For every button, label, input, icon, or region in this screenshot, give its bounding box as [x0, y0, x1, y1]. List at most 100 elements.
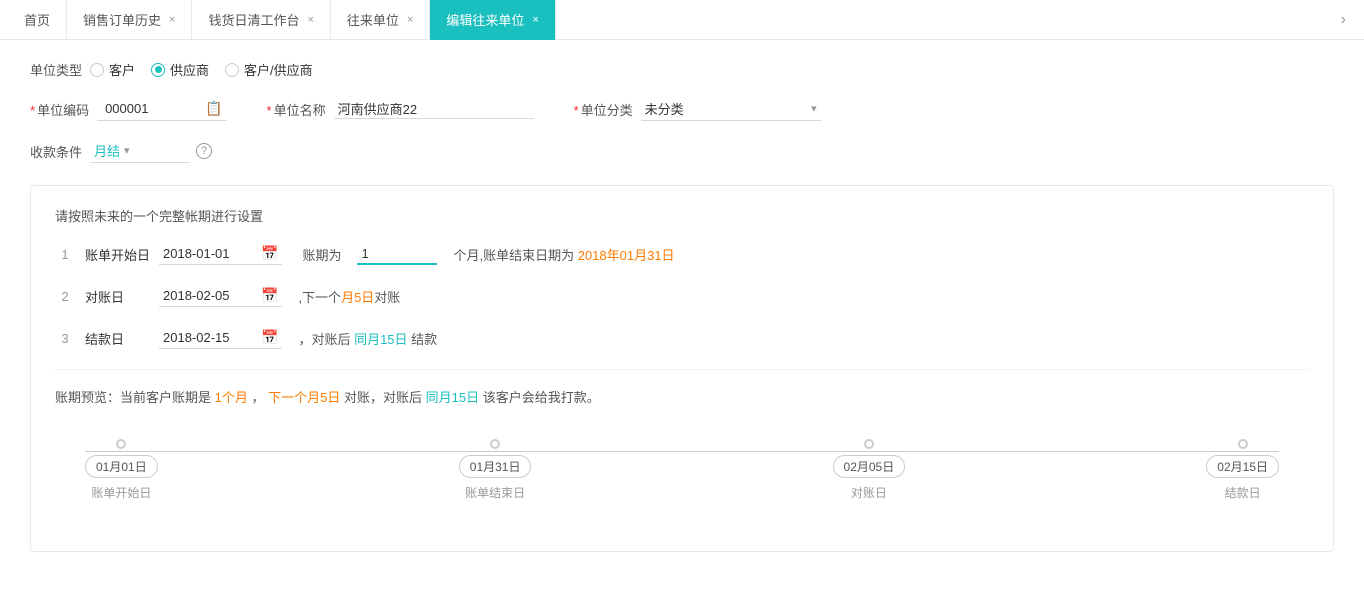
classify-group: *单位分类 未分类 ▾ [574, 97, 821, 121]
timeline-node-4: 02月15日 结款日 [1206, 439, 1279, 501]
node-label-3: 02月05日 [833, 455, 906, 478]
node-dot-1 [116, 439, 126, 449]
radio-customer-label: 客户 [109, 60, 135, 79]
billing-row-1-date-input[interactable] [163, 246, 253, 261]
tab-sales-history[interactable]: 销售订单历史 × [67, 0, 192, 40]
radio-both-label: 客户/供应商 [244, 60, 313, 79]
billing-row-2-cal-icon[interactable]: 📅 [261, 287, 278, 304]
tab-partner-close[interactable]: × [407, 14, 413, 26]
radio-customer-circle [90, 63, 104, 77]
radio-supplier[interactable]: 供应商 [151, 60, 209, 79]
tab-edit-partner-close[interactable]: × [532, 14, 538, 26]
radio-both[interactable]: 客户/供应商 [225, 60, 313, 79]
tab-home[interactable]: 首页 [8, 0, 67, 40]
classify-select[interactable]: 未分类 ▾ [641, 97, 821, 121]
tab-edit-partner-label: 编辑往来单位 [446, 10, 524, 29]
billing-row-2-highlight: 月5日 [341, 290, 374, 305]
classify-value: 未分类 [645, 99, 684, 118]
code-group: *单位编码 📋 [30, 97, 227, 121]
preview-part2: 下一个月5日 [268, 390, 340, 405]
node-label-4: 02月15日 [1206, 455, 1279, 478]
billing-row-1-desc-suffix: 个月,账单结束日期为 2018年01月31日 [453, 245, 674, 264]
period-input[interactable] [357, 244, 437, 265]
node-desc-2: 账单结束日 [465, 484, 525, 501]
billing-row-3-num: 3 [55, 331, 75, 346]
preview-suffix: 该客户会给我打款。 [483, 390, 600, 405]
code-input-wrapper: 📋 [97, 97, 226, 121]
billing-row-3-cal-icon[interactable]: 📅 [261, 329, 278, 346]
billing-row-3-label: 结款日 [85, 329, 149, 348]
node-dot-2 [490, 439, 500, 449]
classify-label: *单位分类 [574, 100, 633, 119]
code-label: *单位编码 [30, 100, 89, 119]
radio-both-circle [225, 63, 239, 77]
billing-section: 请按照未来的一个完整帐期进行设置 1 账单开始日 📅 账期为 个月,账单结束日期… [30, 185, 1334, 552]
payment-select[interactable]: 月结 ▾ [90, 139, 190, 163]
code-input[interactable] [101, 99, 201, 118]
billing-row-2-date-input[interactable] [163, 288, 253, 303]
name-input[interactable] [334, 99, 534, 119]
billing-row-3-date: 📅 [159, 327, 282, 349]
billing-row-3-date-input[interactable] [163, 330, 253, 345]
preview-part1: 1个月 [215, 390, 248, 405]
payment-help-icon[interactable]: ? [196, 143, 212, 159]
tab-arrow[interactable]: › [1331, 11, 1356, 29]
name-label: *单位名称 [267, 100, 326, 119]
code-required: * [30, 103, 35, 118]
billing-row-2-date: 📅 [159, 285, 282, 307]
tab-sales-history-close[interactable]: × [169, 14, 175, 26]
payment-chevron: ▾ [124, 144, 130, 157]
timeline-node-1: 01月01日 账单开始日 [85, 439, 158, 501]
classify-chevron: ▾ [811, 102, 817, 115]
billing-row-3: 3 结款日 📅 ，对账后 同月15日 结款 [55, 327, 1309, 349]
preview-sep1: ， [252, 390, 265, 405]
node-desc-3: 对账日 [851, 484, 887, 501]
content-area: 单位类型 客户 供应商 客户/供应商 *单位编码 📋 [0, 40, 1364, 608]
code-pick-icon[interactable]: 📋 [205, 100, 222, 117]
tab-cash-ledger[interactable]: 钱货日清工作台 × [192, 0, 330, 40]
unit-type-label: 单位类型 [30, 60, 82, 79]
billing-row-1: 1 账单开始日 📅 账期为 个月,账单结束日期为 2018年01月31日 [55, 243, 1309, 265]
tab-edit-partner[interactable]: 编辑往来单位 × [430, 0, 555, 40]
billing-row-2-num: 2 [55, 289, 75, 304]
timeline-node-3: 02月05日 对账日 [833, 439, 906, 501]
unit-type-radio-group: 客户 供应商 客户/供应商 [90, 60, 313, 79]
section-title: 请按照未来的一个完整帐期进行设置 [55, 206, 1309, 225]
name-required: * [267, 103, 272, 118]
billing-row-2-desc: ,下一个月5日对账 [298, 287, 400, 306]
name-group: *单位名称 [267, 99, 534, 119]
payment-row: 收款条件 月结 ▾ ? [30, 139, 1334, 163]
billing-row-2: 2 对账日 📅 ,下一个月5日对账 [55, 285, 1309, 307]
billing-row-1-num: 1 [55, 247, 75, 262]
tab-cash-ledger-close[interactable]: × [307, 14, 313, 26]
node-dot-4 [1238, 439, 1248, 449]
radio-supplier-circle [151, 63, 165, 77]
timeline: 01月01日 账单开始日 01月31日 账单结束日 02月05日 对账日 02月… [55, 429, 1309, 531]
preview-sep2: 对账，对账后 [344, 390, 422, 405]
node-desc-1: 账单开始日 [91, 484, 151, 501]
tab-partner[interactable]: 往来单位 × [331, 0, 430, 40]
billing-row-3-desc: ，对账后 同月15日 结款 [298, 329, 437, 348]
timeline-node-2: 01月31日 账单结束日 [459, 439, 532, 501]
billing-row-2-label: 对账日 [85, 287, 149, 306]
node-label-2: 01月31日 [459, 455, 532, 478]
classify-required: * [574, 103, 579, 118]
preview-prefix: 账期预览：当前客户账期是 [55, 390, 211, 405]
tab-home-label: 首页 [24, 10, 50, 29]
billing-end-date-highlight: 2018年01月31日 [578, 248, 675, 263]
payment-label: 收款条件 [30, 142, 82, 161]
radio-customer[interactable]: 客户 [90, 60, 135, 79]
preview-part3: 同月15日 [426, 390, 479, 405]
billing-row-1-desc-prefix: 账期为 [302, 245, 341, 264]
payment-value: 月结 [94, 141, 120, 160]
tab-partner-label: 往来单位 [347, 10, 399, 29]
node-label-1: 01月01日 [85, 455, 158, 478]
billing-row-1-cal-icon[interactable]: 📅 [261, 245, 278, 262]
unit-type-row: 单位类型 客户 供应商 客户/供应商 [30, 60, 1334, 79]
radio-supplier-label: 供应商 [170, 60, 209, 79]
node-desc-4: 结款日 [1225, 484, 1261, 501]
timeline-nodes: 01月01日 账单开始日 01月31日 账单结束日 02月05日 对账日 02月… [85, 439, 1279, 501]
unit-info-row: *单位编码 📋 *单位名称 *单位分类 未分类 ▾ [30, 97, 1334, 121]
billing-row-3-highlight: 同月15日 [354, 332, 407, 347]
tabs-bar: 首页 销售订单历史 × 钱货日清工作台 × 往来单位 × 编辑往来单位 × › [0, 0, 1364, 40]
